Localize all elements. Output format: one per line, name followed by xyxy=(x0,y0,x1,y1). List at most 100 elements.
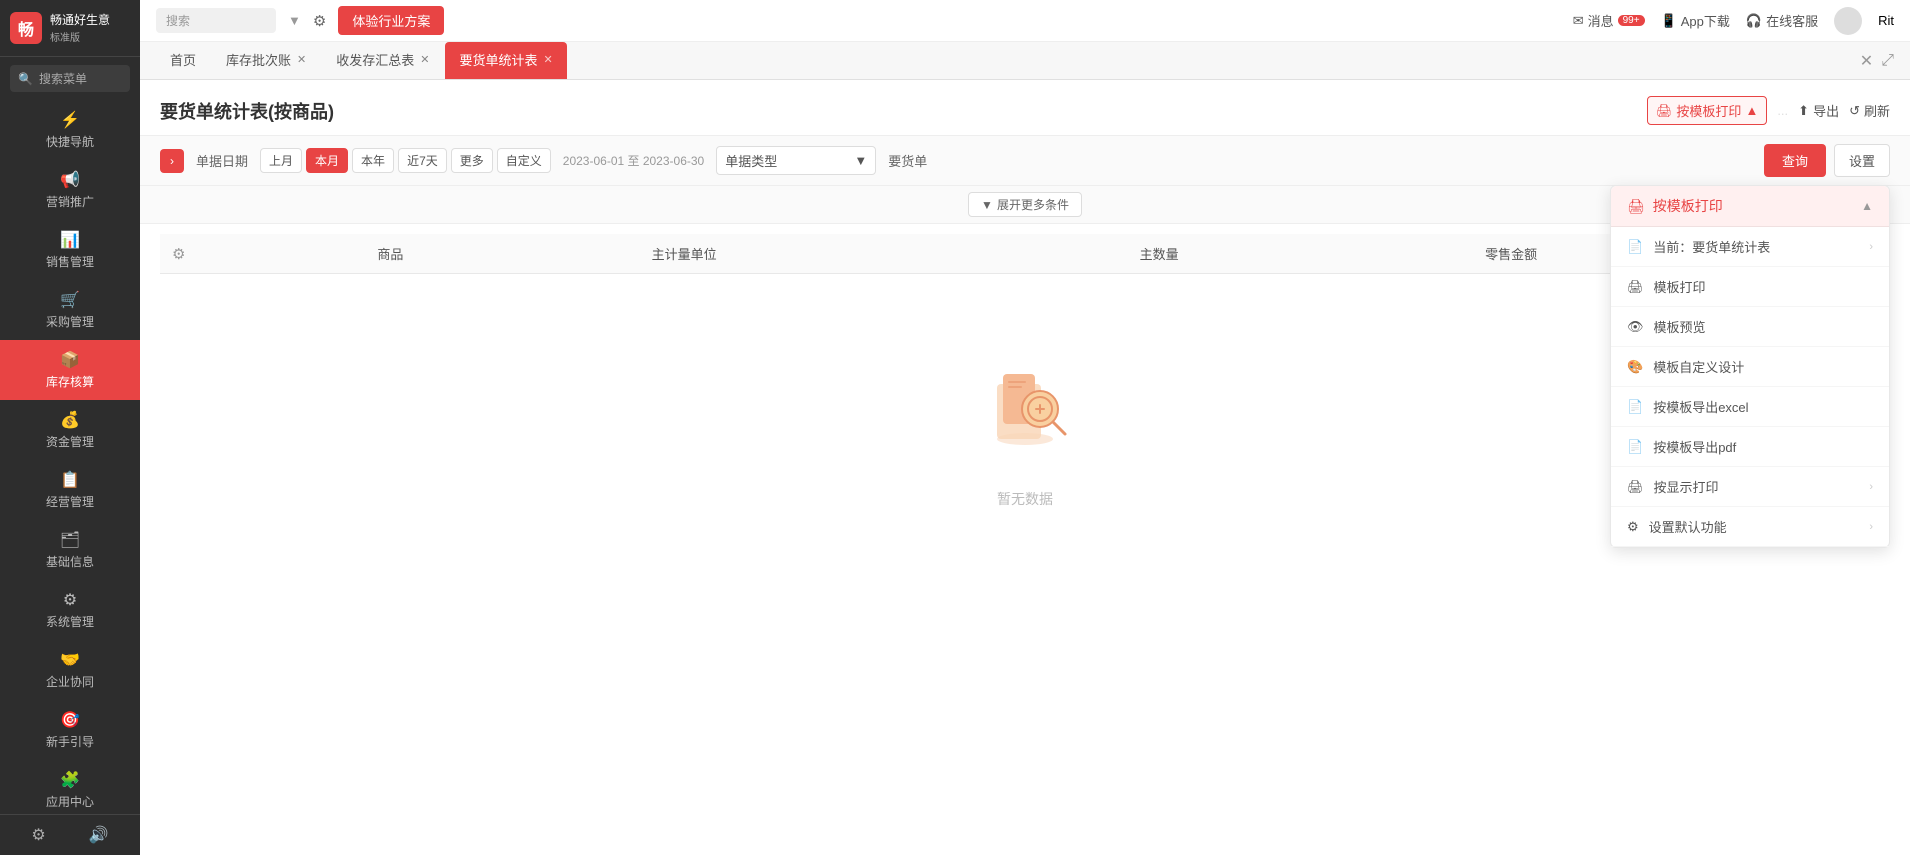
dropdown-default-func[interactable]: ⚙ 设置默认功能 › xyxy=(1611,507,1889,547)
dropdown-template-excel[interactable]: 📄 按模板导出excel xyxy=(1611,387,1889,427)
dropdown-display-print[interactable]: 🖨 按显示打印 › xyxy=(1611,467,1889,507)
newbie-icon: 🎯 xyxy=(60,710,80,730)
sidebar: 畅 畅通好生意 标准版 🔍 搜索菜单 ⚡ 快捷导航 📢 营销推广 📊 销售管理 … xyxy=(0,0,140,855)
topbar-dropdown-arrow[interactable]: ▼ xyxy=(288,13,301,28)
messages-label: 消息 xyxy=(1588,11,1614,30)
user-avatar[interactable] xyxy=(1834,7,1862,35)
date-btn-this-month[interactable]: 本月 xyxy=(306,148,348,173)
refresh-button[interactable]: ↺ 刷新 xyxy=(1849,101,1890,120)
sidebar-item-label: 应用中心 xyxy=(46,793,94,810)
empty-text: 暂无数据 xyxy=(997,489,1053,509)
sidebar-item-inventory[interactable]: 📦 库存核算 xyxy=(0,340,140,400)
tab-home-label: 首页 xyxy=(170,50,196,69)
table-col-unit: 主计量单位 xyxy=(640,234,1128,274)
template-excel-icon: 📄 xyxy=(1627,399,1643,415)
query-button[interactable]: 查询 xyxy=(1764,144,1826,177)
template-print-icon: 🖨 xyxy=(1627,279,1644,295)
template-print-label: 模板打印 xyxy=(1654,277,1706,296)
messages-item[interactable]: ✉ 消息 99+ xyxy=(1573,11,1645,30)
tab-inventory-batch-label: 库存批次账 xyxy=(226,50,291,69)
sidebar-search[interactable]: 🔍 搜索菜单 xyxy=(10,65,130,92)
sidebar-item-label: 库存核算 xyxy=(46,373,94,390)
sound-bottom-icon[interactable]: 🔊 xyxy=(89,825,109,845)
topbar-gear-icon[interactable]: ⚙ xyxy=(313,12,326,30)
tabs-bar: 首页 库存批次账 ✕ 收发存汇总表 ✕ 要货单统计表 ✕ ✕ ⤢ xyxy=(140,42,1910,80)
table-col-goods: 商品 xyxy=(365,234,639,274)
tab-order-stats-close[interactable]: ✕ xyxy=(544,53,553,66)
sidebar-item-label: 基础信息 xyxy=(46,553,94,570)
order-type-chevron: ▼ xyxy=(854,153,867,168)
filter-expand-icon[interactable]: › xyxy=(160,149,184,173)
dropdown-template-pdf[interactable]: 📄 按模板导出pdf xyxy=(1611,427,1889,467)
sidebar-item-system[interactable]: ⚙ 系统管理 xyxy=(0,580,140,640)
filter-section: › 单据日期 上月 本月 本年 近7天 更多 自定义 2023-06-01 至 … xyxy=(140,135,1910,186)
refresh-icon: ↺ xyxy=(1849,103,1860,119)
app-download-label: App下载 xyxy=(1681,11,1730,30)
dropdown-template-preview[interactable]: 👁 模板预览 xyxy=(1611,307,1889,347)
marketing-icon: 📢 xyxy=(60,170,80,190)
date-btn-more[interactable]: 更多 xyxy=(451,148,493,173)
app-download-item[interactable]: 📱 App下载 xyxy=(1661,11,1730,30)
date-btn-custom[interactable]: 自定义 xyxy=(497,148,551,173)
tab-expand-icon[interactable]: ⤢ xyxy=(1881,52,1894,70)
dropdown-template-design[interactable]: 🎨 模板自定义设计 xyxy=(1611,347,1889,387)
print-dropdown-icon: 🖨 xyxy=(1627,198,1645,215)
expand-more-label: 展开更多条件 xyxy=(997,196,1069,213)
trial-button[interactable]: 体验行业方案 xyxy=(338,6,444,35)
tab-receipt-summary-close[interactable]: ✕ xyxy=(420,53,429,66)
dropdown-chevron-icon[interactable]: ▲ xyxy=(1861,199,1873,213)
system-icon: ⚙ xyxy=(63,590,77,610)
service-icon: 🎧 xyxy=(1746,13,1762,29)
filter-settings-button[interactable]: 设置 xyxy=(1834,144,1890,177)
expand-more-button[interactable]: ▼ 展开更多条件 xyxy=(968,192,1082,217)
date-btn-7days[interactable]: 近7天 xyxy=(398,148,447,173)
print-chevron-up: ▲ xyxy=(1745,103,1758,118)
dropdown-header: 🖨 按模板打印 ▲ xyxy=(1611,186,1889,227)
print-button[interactable]: 🖨 按模板打印 ▲ xyxy=(1647,96,1767,125)
finance-icon: 💰 xyxy=(60,410,80,430)
sidebar-item-enterprise[interactable]: 🤝 企业协同 xyxy=(0,640,140,700)
dropdown-header-right: ▲ xyxy=(1861,199,1873,213)
export-label: 导出 xyxy=(1813,101,1839,120)
topbar-search-box[interactable]: 搜索 xyxy=(156,8,276,33)
tab-order-stats[interactable]: 要货单统计表 ✕ xyxy=(445,42,566,79)
tab-receipt-summary[interactable]: 收发存汇总表 ✕ xyxy=(322,42,443,79)
username-label: Rit xyxy=(1878,13,1894,28)
sidebar-item-newbie[interactable]: 🎯 新手引导 xyxy=(0,700,140,760)
sidebar-item-quick-nav[interactable]: ⚡ 快捷导航 xyxy=(0,100,140,160)
topbar: 搜索 ▼ ⚙ 体验行业方案 ✉ 消息 99+ 📱 App下载 🎧 在线客服 Ri… xyxy=(140,0,1910,42)
print-dropdown-menu: 🖨 按模板打印 ▲ 📄 当前：要货单统计表 › 🖨 模板打印 👁 模板预览 xyxy=(1610,185,1890,548)
page-header: 要货单统计表(按商品) 🖨 按模板打印 ▲ ... ⬆ 导出 ↺ 刷新 xyxy=(140,80,1910,135)
sidebar-item-operations[interactable]: 📋 经营管理 xyxy=(0,460,140,520)
sidebar-item-purchase[interactable]: 🛒 采购管理 xyxy=(0,280,140,340)
tab-home[interactable]: 首页 xyxy=(156,42,210,79)
tab-inventory-batch[interactable]: 库存批次账 ✕ xyxy=(212,42,320,79)
sidebar-item-basics[interactable]: 🗂 基础信息 xyxy=(0,520,140,580)
date-btn-this-year[interactable]: 本年 xyxy=(352,148,394,173)
display-print-left: 🖨 按显示打印 xyxy=(1627,477,1719,496)
sales-icon: 📊 xyxy=(60,230,80,250)
tab-close-all-icon[interactable]: ✕ xyxy=(1860,51,1873,71)
sidebar-item-finance[interactable]: 💰 资金管理 xyxy=(0,400,140,460)
settings-bottom-icon[interactable]: ⚙ xyxy=(31,825,45,845)
online-service-item[interactable]: 🎧 在线客服 xyxy=(1746,11,1818,30)
template-pdf-icon: 📄 xyxy=(1627,439,1643,455)
quick-nav-icon: ⚡ xyxy=(60,110,80,130)
tab-inventory-batch-close[interactable]: ✕ xyxy=(297,53,306,66)
search-label: 搜索菜单 xyxy=(39,70,87,87)
current-template-icon: 📄 xyxy=(1627,239,1643,255)
sidebar-item-sales[interactable]: 📊 销售管理 xyxy=(0,220,140,280)
export-button[interactable]: ⬆ 导出 xyxy=(1798,101,1839,120)
sidebar-item-marketing[interactable]: 📢 营销推广 xyxy=(0,160,140,220)
date-btn-last-month[interactable]: 上月 xyxy=(260,148,302,173)
app-version: 标准版 xyxy=(50,29,110,44)
dropdown-template-print[interactable]: 🖨 模板打印 xyxy=(1611,267,1889,307)
date-buttons: 上月 本月 本年 近7天 更多 自定义 xyxy=(260,148,551,173)
page-actions: 🖨 按模板打印 ▲ ... ⬆ 导出 ↺ 刷新 xyxy=(1647,96,1890,125)
order-type-select[interactable]: 单据类型 ▼ xyxy=(716,146,876,175)
sidebar-item-apps[interactable]: 🧩 应用中心 xyxy=(0,760,140,814)
dropdown-current-item[interactable]: 📄 当前：要货单统计表 › xyxy=(1611,227,1889,267)
basics-icon: 🗂 xyxy=(60,530,80,550)
table-gear-icon[interactable]: ⚙ xyxy=(172,246,185,263)
page-content: 要货单统计表(按商品) 🖨 按模板打印 ▲ ... ⬆ 导出 ↺ 刷新 xyxy=(140,80,1910,855)
